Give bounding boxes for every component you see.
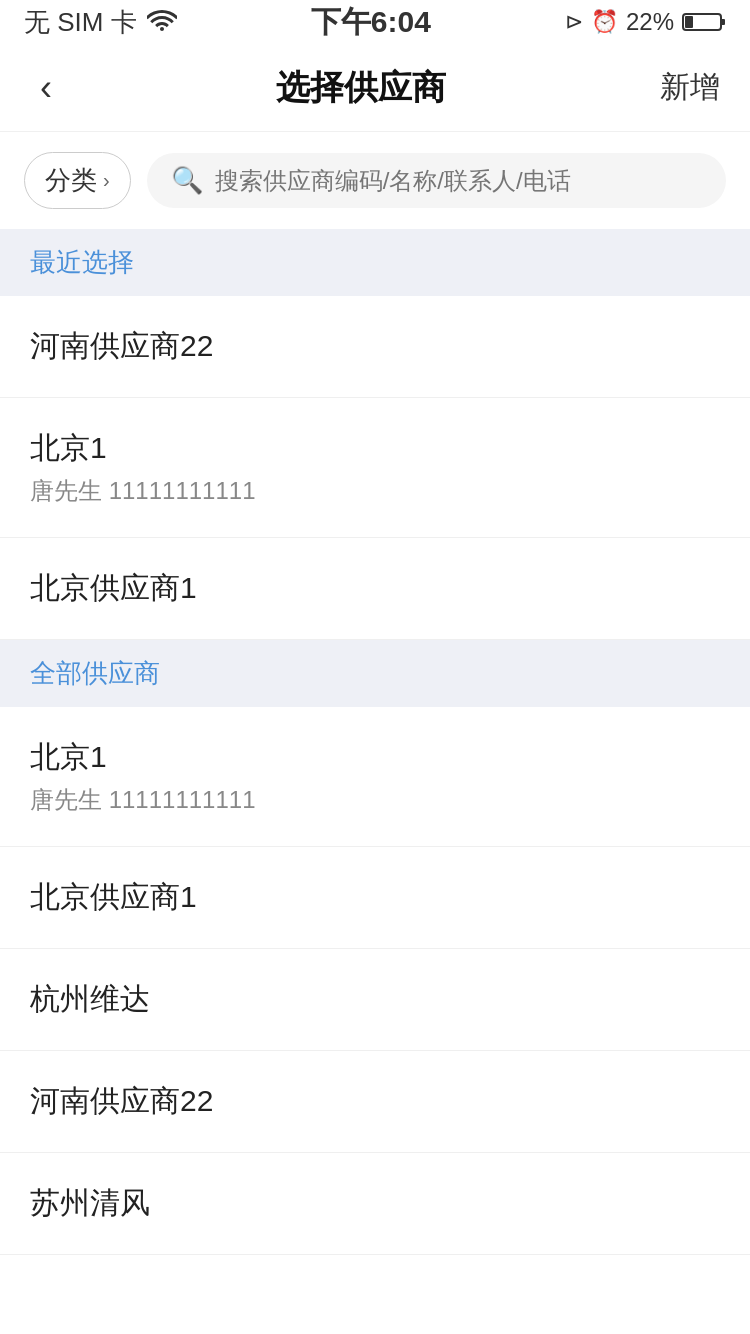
item-name: 北京供应商1 [30, 568, 720, 609]
item-name: 北京1 [30, 737, 720, 778]
sim-status: 无 SIM 卡 [24, 5, 137, 40]
filter-bar: 分类 › 🔍 [0, 132, 750, 229]
status-right: ⊳ ⏰ 22% [565, 8, 726, 36]
recent-section-header: 最近选择 [0, 229, 750, 296]
chevron-right-icon: › [103, 169, 110, 192]
recent-list: 河南供应商22 北京1 唐先生 11111111111 北京供应商1 [0, 296, 750, 640]
nav-bar: ‹ 选择供应商 新增 [0, 44, 750, 132]
add-button[interactable]: 新增 [660, 67, 720, 108]
item-name: 苏州清风 [30, 1183, 720, 1224]
back-button[interactable]: ‹ [30, 57, 62, 119]
list-item[interactable]: 北京供应商1 [0, 847, 750, 949]
all-list: 北京1 唐先生 11111111111 北京供应商1 杭州维达河南供应商22 苏州清风 [0, 707, 750, 1255]
list-item[interactable]: 北京1 唐先生 11111111111 [0, 707, 750, 847]
category-label: 分类 [45, 163, 97, 198]
list-item[interactable]: 苏州清风 [0, 1153, 750, 1255]
list-item[interactable]: 北京1 唐先生 11111111111 [0, 398, 750, 538]
item-sub: 唐先生 11111111111 [30, 475, 720, 507]
all-section-header: 全部供应商 [0, 640, 750, 707]
list-item[interactable]: 河南供应商22 [0, 296, 750, 398]
list-item[interactable]: 杭州维达 [0, 949, 750, 1051]
page-title: 选择供应商 [276, 65, 446, 111]
list-item[interactable]: 北京供应商1 [0, 538, 750, 640]
location-icon: ⊳ [565, 9, 583, 35]
item-name: 河南供应商22 [30, 1081, 720, 1122]
status-left: 无 SIM 卡 [24, 5, 177, 40]
item-name: 北京供应商1 [30, 877, 720, 918]
alarm-icon: ⏰ [591, 9, 618, 35]
item-name: 河南供应商22 [30, 326, 720, 367]
search-input[interactable] [215, 167, 702, 195]
battery-icon [682, 11, 726, 33]
battery-percentage: 22% [626, 8, 674, 36]
search-box: 🔍 [147, 153, 726, 208]
svg-rect-2 [685, 16, 693, 28]
item-name: 北京1 [30, 428, 720, 469]
item-sub: 唐先生 11111111111 [30, 784, 720, 816]
wifi-icon [147, 7, 177, 38]
item-name: 杭州维达 [30, 979, 720, 1020]
category-button[interactable]: 分类 › [24, 152, 131, 209]
search-icon: 🔍 [171, 165, 203, 196]
status-time: 下午6:04 [311, 2, 431, 43]
list-item[interactable]: 河南供应商22 [0, 1051, 750, 1153]
status-bar: 无 SIM 卡 下午6:04 ⊳ ⏰ 22% [0, 0, 750, 44]
svg-rect-1 [721, 19, 725, 25]
